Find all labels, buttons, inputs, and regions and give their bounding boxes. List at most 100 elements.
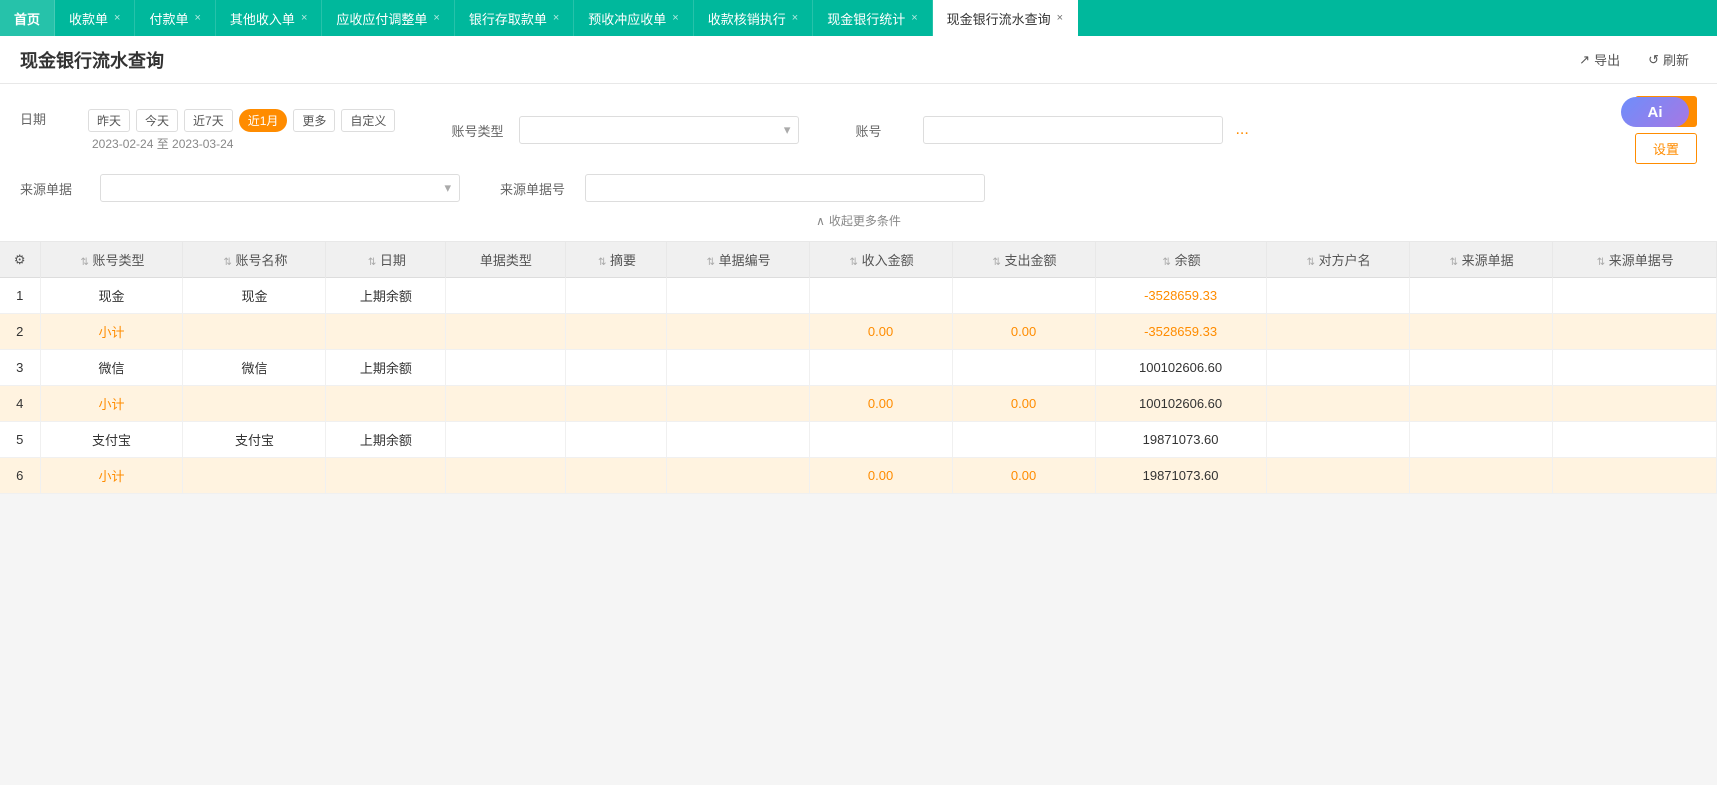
cell-account-name: 微信 (183, 350, 326, 386)
cell-counterpart (1266, 350, 1409, 386)
date-btn-custom[interactable]: 自定义 (341, 109, 395, 132)
sort-icon: ⇅ (223, 257, 231, 268)
close-icon[interactable]: × (433, 12, 439, 24)
close-icon[interactable]: × (672, 12, 678, 24)
refresh-button[interactable]: ↺ 刷新 (1640, 46, 1697, 73)
collapse-bar[interactable]: ∧ 收起更多条件 (20, 212, 1697, 229)
cell-no: 2 (0, 314, 40, 350)
cell-summary (566, 350, 666, 386)
close-icon[interactable]: × (114, 12, 120, 24)
cell-source-doc (1409, 386, 1552, 422)
account-type-select[interactable]: ▾ (519, 116, 799, 144)
cell-source-doc (1409, 278, 1552, 314)
export-button[interactable]: ↗ 导出 (1571, 46, 1628, 73)
date-btn-1month[interactable]: 近1月 (239, 109, 288, 132)
nav-tab-hexiao[interactable]: 收款核销执行 × (694, 0, 813, 36)
th-income[interactable]: ⇅ 收入金额 (809, 242, 952, 278)
nav-home[interactable]: 首页 (0, 0, 55, 36)
source-doc-no-input[interactable] (585, 174, 985, 202)
close-icon[interactable]: × (553, 12, 559, 24)
cell-no: 4 (0, 386, 40, 422)
chevron-up-icon: ∧ (816, 214, 825, 228)
th-account-name[interactable]: ⇅ 账号名称 (183, 242, 326, 278)
cell-expense (952, 278, 1095, 314)
cell-source-doc (1409, 422, 1552, 458)
table-row: 5 支付宝 支付宝 上期余额 19871073.60 (0, 422, 1717, 458)
cell-source-doc-no (1552, 278, 1716, 314)
nav-tab-label: 收款核销执行 (708, 9, 786, 28)
cell-source-doc-no (1552, 422, 1716, 458)
th-counterpart[interactable]: ⇅ 对方户名 (1266, 242, 1409, 278)
data-table: ⚙ ⇅ 账号类型 ⇅ 账号名称 ⇅ 日期 单据类型 ⇅ (0, 242, 1717, 494)
cell-account-name (183, 386, 326, 422)
source-doc-no-label: 来源单据号 (500, 179, 565, 198)
date-btn-7days[interactable]: 近7天 (184, 109, 233, 132)
th-date[interactable]: ⇅ 日期 (326, 242, 446, 278)
ai-badge[interactable]: Ai (1621, 97, 1689, 127)
th-expense[interactable]: ⇅ 支出金额 (952, 242, 1095, 278)
close-icon[interactable]: × (301, 12, 307, 24)
date-btn-yesterday[interactable]: 昨天 (88, 109, 130, 132)
nav-tab-qitashouru[interactable]: 其他收入单 × (216, 0, 322, 36)
th-source-doc[interactable]: ⇅ 来源单据 (1409, 242, 1552, 278)
close-icon[interactable]: × (792, 12, 798, 24)
cell-source-doc-no (1552, 386, 1716, 422)
refresh-label: 刷新 (1663, 50, 1689, 69)
table-container: ⚙ ⇅ 账号类型 ⇅ 账号名称 ⇅ 日期 单据类型 ⇅ (0, 242, 1717, 494)
sort-icon: ⇅ (993, 257, 1001, 268)
cell-doc-no (666, 458, 809, 494)
cell-date: 上期余额 (326, 350, 446, 386)
cell-date (326, 314, 446, 350)
filter-row-source: 来源单据 ▾ 来源单据号 (20, 174, 1697, 202)
sort-icon: ⇅ (368, 257, 376, 268)
cell-summary (566, 458, 666, 494)
nav-tab-liushui[interactable]: 现金银行流水查询 × (933, 0, 1078, 36)
settings-button[interactable]: 设置 (1635, 133, 1697, 164)
close-icon[interactable]: × (911, 12, 917, 24)
cell-doc-no (666, 278, 809, 314)
header-actions: ↗ 导出 ↺ 刷新 (1571, 46, 1697, 73)
close-icon[interactable]: × (1057, 12, 1063, 24)
page-title: 现金银行流水查询 (20, 47, 164, 73)
close-icon[interactable]: × (194, 12, 200, 24)
nav-tab-shoukuandan[interactable]: 收款单 × (55, 0, 135, 36)
date-btn-today[interactable]: 今天 (136, 109, 178, 132)
date-range-text: 2023-02-24 至 2023-03-24 (92, 135, 395, 152)
cell-expense: 0.00 (952, 386, 1095, 422)
cell-source-doc-no (1552, 314, 1716, 350)
cell-doc-type (446, 350, 566, 386)
account-input[interactable] (923, 116, 1223, 144)
nav-tab-yinhang[interactable]: 银行存取款单 × (455, 0, 574, 36)
nav-tab-tongji[interactable]: 现金银行统计 × (813, 0, 932, 36)
cell-no: 6 (0, 458, 40, 494)
th-balance[interactable]: ⇅ 余额 (1095, 242, 1266, 278)
table-row: 6 小计 0.00 0.00 19871073.60 (0, 458, 1717, 494)
cell-income (809, 350, 952, 386)
cell-date: 上期余额 (326, 278, 446, 314)
th-source-doc-no[interactable]: ⇅ 来源单据号 (1552, 242, 1716, 278)
th-settings[interactable]: ⚙ (0, 242, 40, 278)
table-row: 2 小计 0.00 0.00 -3528659.33 (0, 314, 1717, 350)
th-doc-no[interactable]: ⇅ 单据编号 (666, 242, 809, 278)
th-doc-type[interactable]: 单据类型 (446, 242, 566, 278)
sort-icon: ⇅ (1307, 257, 1315, 268)
filter-area: 日期 昨天 今天 近7天 近1月 更多 自定义 2023-02-24 至 202… (0, 84, 1717, 242)
table-header-row: ⚙ ⇅ 账号类型 ⇅ 账号名称 ⇅ 日期 单据类型 ⇅ (0, 242, 1717, 278)
nav-tab-yushou[interactable]: 预收冲应收单 × (574, 0, 693, 36)
cell-counterpart (1266, 314, 1409, 350)
source-doc-select[interactable]: ▾ (100, 174, 460, 202)
dots-button[interactable]: ... (1231, 121, 1252, 139)
date-btn-more[interactable]: 更多 (293, 109, 335, 132)
nav-tab-fukuandan[interactable]: 付款单 × (135, 0, 215, 36)
th-account-type[interactable]: ⇅ 账号类型 (40, 242, 183, 278)
cell-doc-no (666, 422, 809, 458)
account-label: 账号 (855, 121, 915, 140)
th-summary[interactable]: ⇅ 摘要 (566, 242, 666, 278)
cell-expense: 0.00 (952, 314, 1095, 350)
nav-tab-yingshou[interactable]: 应收应付调整单 × (322, 0, 454, 36)
nav-tab-label: 现金银行流水查询 (947, 9, 1051, 28)
sort-icon: ⇅ (1597, 257, 1605, 268)
cell-account-name (183, 314, 326, 350)
sort-icon: ⇅ (1163, 257, 1171, 268)
cell-account-type: 小计 (40, 386, 183, 422)
